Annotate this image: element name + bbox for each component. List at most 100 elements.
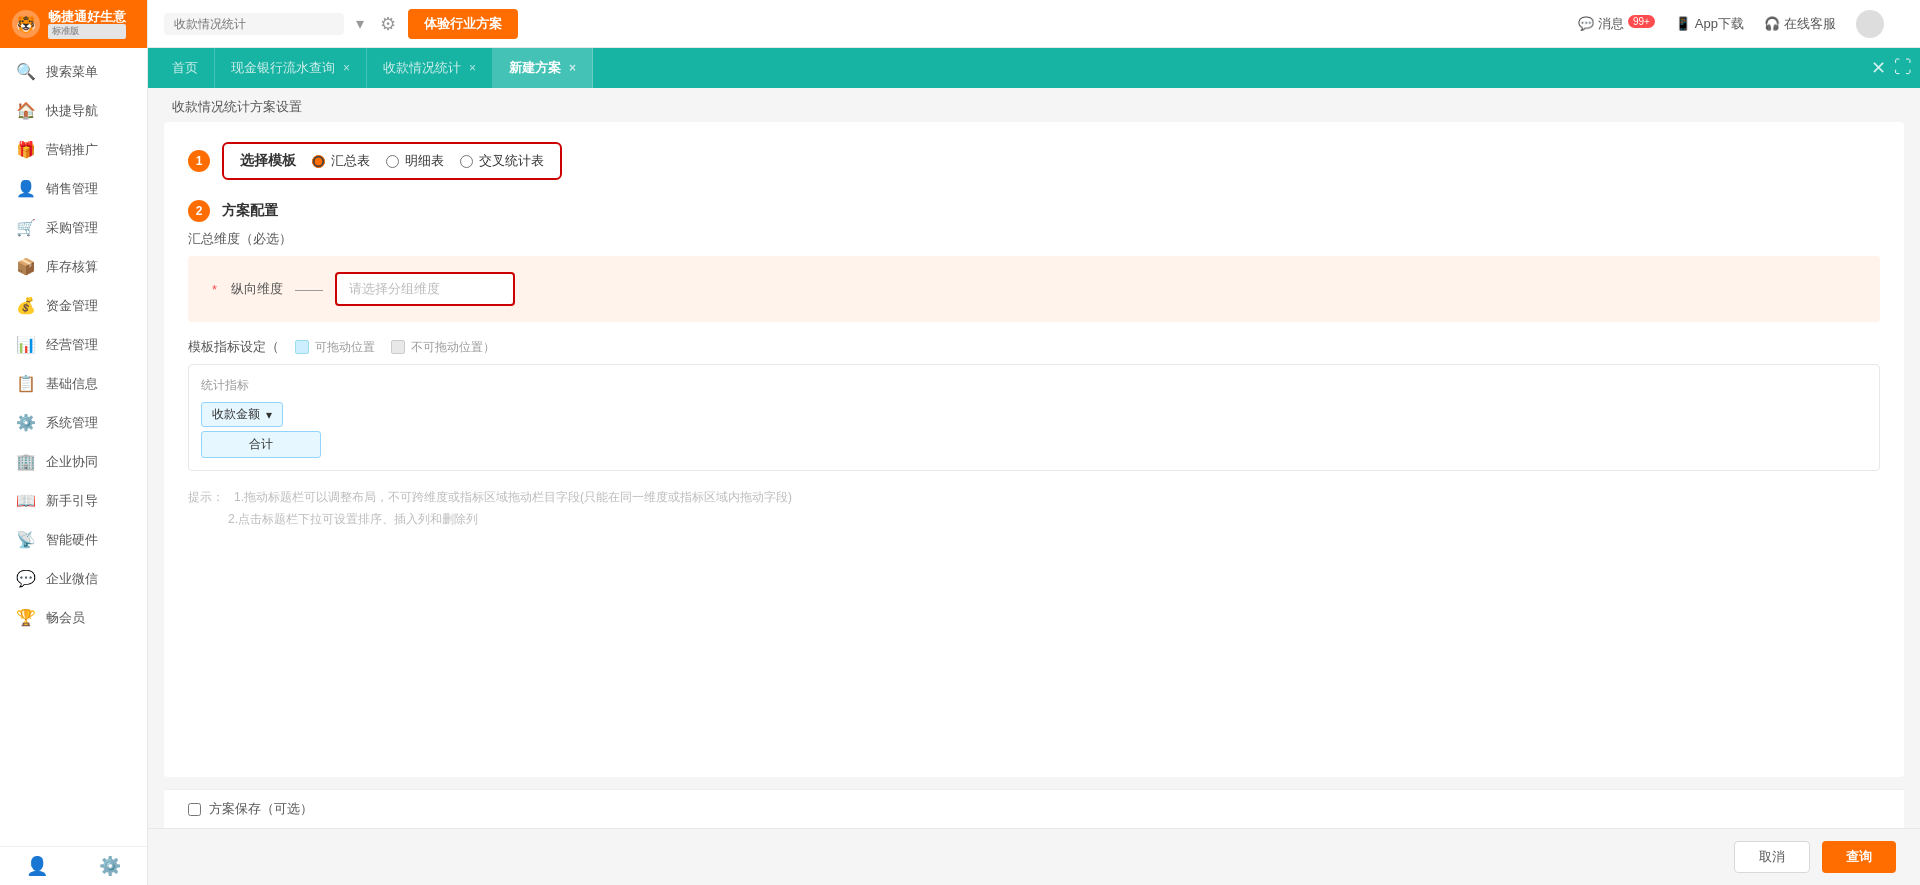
vertical-dim-label: 纵向维度 [231,280,283,298]
legend-fixed-label: 不可拖动位置） [411,339,495,356]
dimension-select[interactable]: 请选择分组维度 [335,272,515,306]
smart-hw-icon: 📡 [16,530,36,549]
tab-close-all-icon[interactable]: ✕ [1871,57,1886,79]
header-right: 💬 消息 99+ 📱 App下载 🎧 在线客服 [1578,10,1904,38]
stats-label: 统计指标 [201,377,1867,394]
basic-info-icon: 📋 [16,374,36,393]
online-service-btn[interactable]: 🎧 在线客服 [1764,15,1836,33]
radio-cross[interactable]: 交叉统计表 [460,152,544,170]
sidebar-bottom-user[interactable]: 👤 [26,855,48,877]
sidebar-bottom-settings[interactable]: ⚙️ [99,855,121,877]
sidebar-item-system[interactable]: ⚙️ 系统管理 [0,403,147,442]
sidebar-item-label: 企业微信 [46,570,98,588]
sidebar-item-inventory[interactable]: 📦 库存核算 [0,247,147,286]
tab-bank-flow-close[interactable]: × [343,61,350,75]
avatar[interactable] [1856,10,1884,38]
indicators-section: 模板指标设定（ 可拖动位置 不可拖动位置） 统计指标 收 [188,338,1880,471]
sidebar-item-purchase[interactable]: 🛒 采购管理 [0,208,147,247]
tab-bar-actions: ✕ ⛶ [1871,57,1912,79]
step2-badge: 2 [188,200,210,222]
radio-summary-input[interactable] [312,155,325,168]
tab-bar: 首页 现金银行流水查询 × 收款情况统计 × 新建方案 × ✕ ⛶ [148,48,1920,88]
save-row: 方案保存（可选） [164,789,1904,828]
page-title-bar: 收款情况统计方案设置 [148,88,1920,122]
sidebar-item-guide[interactable]: 📖 新手引导 [0,481,147,520]
step1-row: 1 选择模板 汇总表 明细表 交叉统计表 [188,142,1880,180]
step1-title: 选择模板 [240,152,296,170]
app-name: 畅捷通好生意 [48,9,126,25]
sidebar-item-label: 基础信息 [46,375,98,393]
tag-collection-amount[interactable]: 收款金额 ▾ [201,402,283,427]
sidebar-item-operations[interactable]: 📊 经营管理 [0,325,147,364]
tab-bank-flow[interactable]: 现金银行流水查询 × [215,48,367,88]
tab-collection-stats-label: 收款情况统计 [383,59,461,77]
settings-icon: ⚙️ [99,855,121,877]
sales-icon: 👤 [16,179,36,198]
stats-area: 统计指标 收款金额 ▾ 合计 [188,364,1880,471]
breadcrumb-input[interactable] [164,13,344,35]
gear-icon[interactable]: ⚙ [380,13,396,35]
sidebar-item-enterprise[interactable]: 🏢 企业协同 [0,442,147,481]
sidebar-item-label: 企业协同 [46,453,98,471]
tab-home[interactable]: 首页 [156,48,215,88]
sidebar-item-label: 系统管理 [46,414,98,432]
app-logo-icon: 🐯 [12,10,40,38]
download-label: App下载 [1695,15,1744,33]
sidebar-item-member[interactable]: 🏆 畅会员 [0,598,147,637]
sidebar-item-basic-info[interactable]: 📋 基础信息 [0,364,147,403]
sidebar-item-quick-nav[interactable]: 🏠 快捷导航 [0,91,147,130]
sidebar-item-smart-hw[interactable]: 📡 智能硬件 [0,520,147,559]
sidebar-item-finance[interactable]: 💰 资金管理 [0,286,147,325]
save-checkbox[interactable] [188,803,201,816]
sidebar-item-label: 库存核算 [46,258,98,276]
enterprise-icon: 🏢 [16,452,36,471]
indicators-header-label: 模板指标设定（ [188,338,279,356]
query-button[interactable]: 查询 [1822,841,1896,873]
trial-btn[interactable]: 体验行业方案 [408,9,518,39]
search-menu-icon: 🔍 [16,62,36,81]
notification-btn[interactable]: 💬 消息 99+ [1578,15,1655,33]
sidebar-bottom: 👤 ⚙️ [0,846,147,885]
sidebar-item-sales[interactable]: 👤 销售管理 [0,169,147,208]
service-icon: 🎧 [1764,16,1780,31]
legend-draggable-label: 可拖动位置 [315,339,375,356]
tab-new-plan-close[interactable]: × [569,61,576,75]
breadcrumb-dropdown-btn[interactable]: ▾ [356,14,364,33]
member-icon: 🏆 [16,608,36,627]
purchase-icon: 🛒 [16,218,36,237]
app-edition: 标准版 [48,24,126,39]
legend-fixed: 不可拖动位置） [391,339,495,356]
sidebar-item-search-menu[interactable]: 🔍 搜索菜单 [0,52,147,91]
tab-expand-icon[interactable]: ⛶ [1894,57,1912,79]
sidebar-item-label: 经营管理 [46,336,98,354]
hint-line-2: 2.点击标题栏下拉可设置排序、插入列和删除列 [188,509,1880,531]
tab-collection-stats-close[interactable]: × [469,61,476,75]
top-header: ▾ ⚙ 体验行业方案 💬 消息 99+ 📱 App下载 🎧 在线客服 [148,0,1920,48]
app-download-btn[interactable]: 📱 App下载 [1675,15,1744,33]
tab-home-label: 首页 [172,59,198,77]
user-icon: 👤 [26,855,48,877]
cancel-button[interactable]: 取消 [1734,841,1810,873]
tag-label: 收款金额 [212,406,260,423]
sidebar-nav: 🔍 搜索菜单🏠 快捷导航🎁 营销推广👤 销售管理🛒 采购管理📦 库存核算💰 资金… [0,48,147,846]
legend-draggable-dot [295,340,309,354]
step2-section: 2 方案配置 汇总维度（必选） * 纵向维度 —— 请选择分组维度 [188,200,1880,530]
sidebar-item-marketing[interactable]: 🎁 营销推广 [0,130,147,169]
step1-template-select: 选择模板 汇总表 明细表 交叉统计表 [222,142,562,180]
bottom-bar: 取消 查询 [148,828,1920,885]
radio-detail[interactable]: 明细表 [386,152,444,170]
main-area: ▾ ⚙ 体验行业方案 💬 消息 99+ 📱 App下载 🎧 在线客服 首页 [148,0,1920,885]
tab-bank-flow-label: 现金银行流水查询 [231,59,335,77]
tab-collection-stats[interactable]: 收款情况统计 × [367,48,493,88]
tab-new-plan[interactable]: 新建方案 × [493,48,593,88]
required-star: * [212,282,217,297]
tag-total-row: 合计 [201,431,1867,458]
sidebar-item-wechat[interactable]: 💬 企业微信 [0,559,147,598]
service-label: 在线客服 [1784,15,1836,33]
dimension-box: * 纵向维度 —— 请选择分组维度 [188,256,1880,322]
radio-detail-label: 明细表 [405,152,444,170]
radio-cross-input[interactable] [460,155,473,168]
tab-new-plan-label: 新建方案 [509,59,561,77]
radio-summary[interactable]: 汇总表 [312,152,370,170]
radio-detail-input[interactable] [386,155,399,168]
